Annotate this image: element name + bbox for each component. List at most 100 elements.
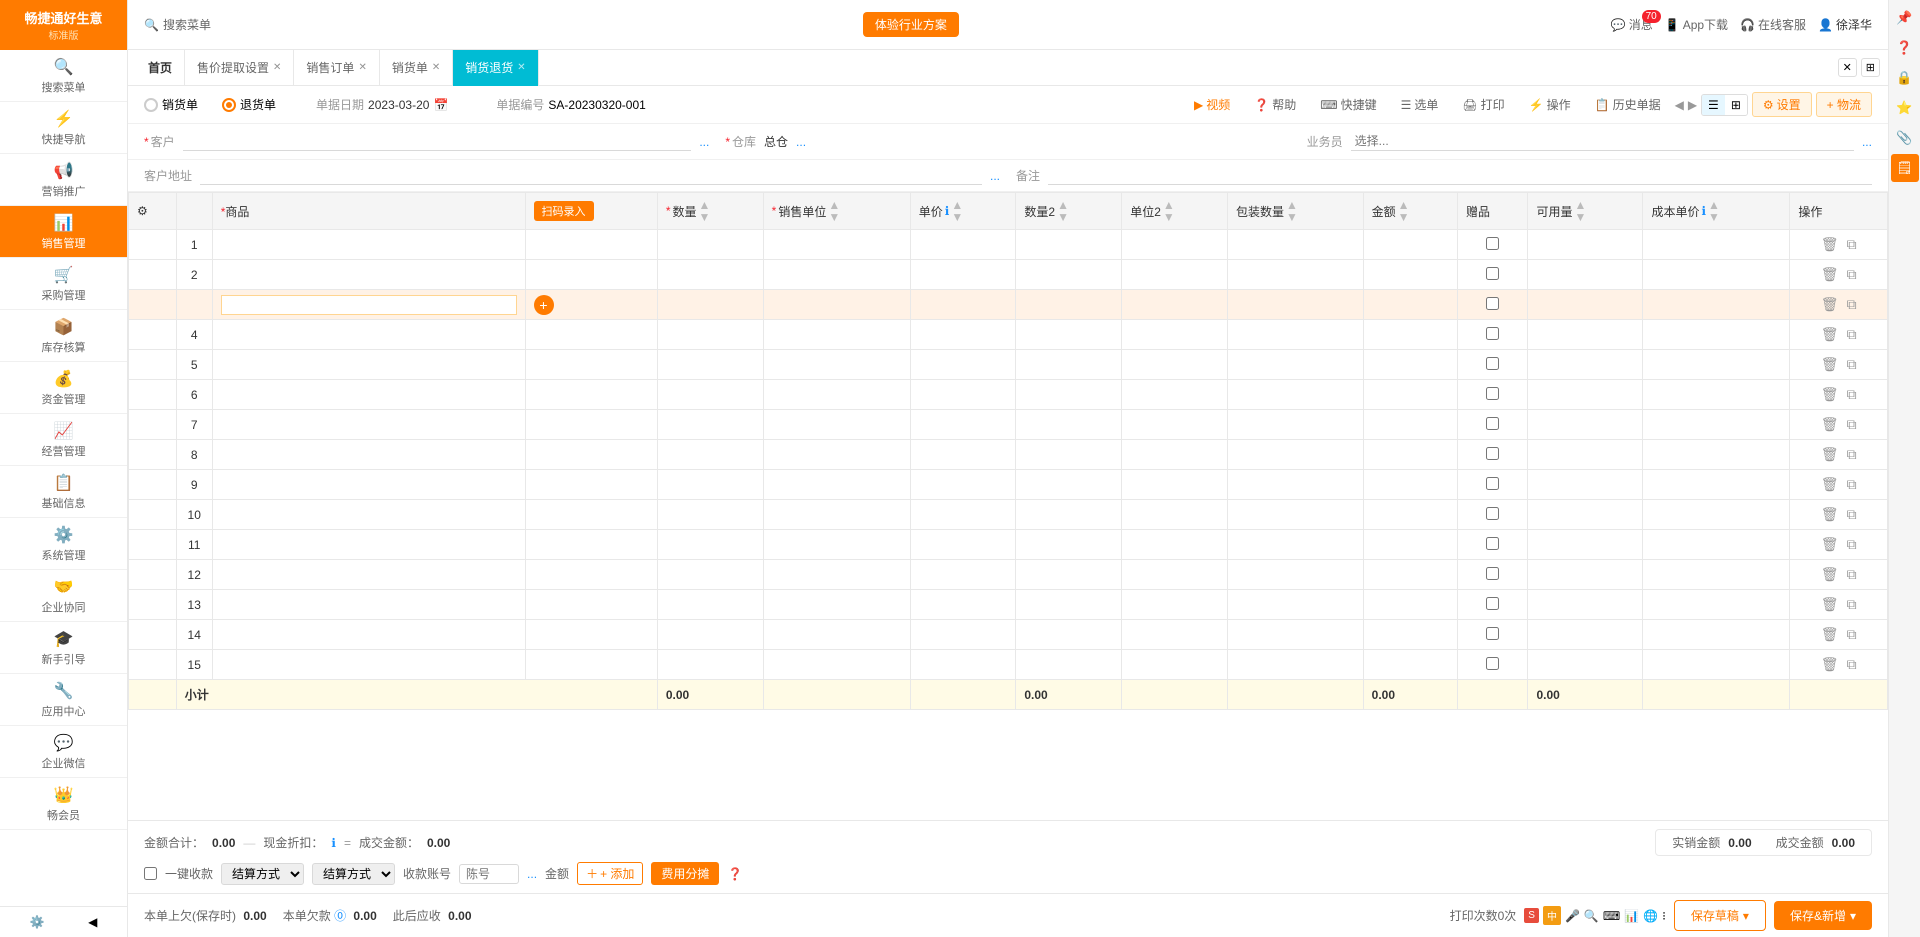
- maximize-tab-button[interactable]: ⊞: [1861, 58, 1880, 77]
- copy-btn-6[interactable]: ⧉: [1845, 384, 1859, 405]
- user-profile[interactable]: 👤 徐泽华: [1818, 16, 1872, 33]
- copy-btn-9[interactable]: ⧉: [1845, 474, 1859, 495]
- row-cost-2[interactable]: [1643, 260, 1790, 290]
- row-pkg-13[interactable]: [1228, 590, 1364, 620]
- tab-close-3[interactable]: ✕: [432, 62, 440, 73]
- experience-btn[interactable]: 体验行业方案: [863, 12, 959, 37]
- row-unit2-10[interactable]: [1122, 500, 1228, 530]
- gift-checkbox-13[interactable]: [1486, 597, 1499, 610]
- row-unit-6[interactable]: [763, 380, 910, 410]
- row-product-7[interactable]: [212, 410, 525, 440]
- settle-select[interactable]: 结算方式: [221, 863, 304, 885]
- row-unit2-13[interactable]: [1122, 590, 1228, 620]
- row-price-8[interactable]: [910, 440, 1016, 470]
- row-amount-6[interactable]: [1363, 380, 1457, 410]
- row-unit-12[interactable]: [763, 560, 910, 590]
- row-unit2-14[interactable]: [1122, 620, 1228, 650]
- row-avail-4[interactable]: [1528, 320, 1643, 350]
- row-qty2-13[interactable]: [1016, 590, 1122, 620]
- copy-btn-10[interactable]: ⧉: [1845, 504, 1859, 525]
- copy-btn-3[interactable]: ⧉: [1845, 294, 1859, 315]
- row-pkg-3[interactable]: [1228, 290, 1364, 320]
- chat-button[interactable]: 💬 消息 70: [1611, 16, 1653, 33]
- onepay-checkbox[interactable]: [144, 867, 157, 880]
- row-amount-10[interactable]: [1363, 500, 1457, 530]
- sidebar-item-0[interactable]: 🔍搜索菜单: [0, 50, 127, 102]
- row-price-15[interactable]: [910, 650, 1016, 680]
- tab-3[interactable]: 销货单✕: [380, 50, 453, 86]
- delete-btn-15[interactable]: 🗑: [1819, 654, 1841, 675]
- nav-next-icon[interactable]: ▶: [1688, 98, 1697, 112]
- tab-close-4[interactable]: ✕: [517, 62, 525, 73]
- copy-btn-8[interactable]: ⧉: [1845, 444, 1859, 465]
- row-product-6[interactable]: [212, 380, 525, 410]
- scan-input-btn[interactable]: 扫码录入: [534, 201, 594, 221]
- row-price-11[interactable]: [910, 530, 1016, 560]
- row-unit-4[interactable]: [763, 320, 910, 350]
- row-price-14[interactable]: [910, 620, 1016, 650]
- delete-btn-9[interactable]: 🗑: [1819, 474, 1841, 495]
- row-avail-6[interactable]: [1528, 380, 1643, 410]
- row-qty-9[interactable]: [657, 470, 763, 500]
- row-price-5[interactable]: [910, 350, 1016, 380]
- row-avail-5[interactable]: [1528, 350, 1643, 380]
- sidebar-item-12[interactable]: 🔧应用中心: [0, 674, 127, 726]
- row-pkg-7[interactable]: [1228, 410, 1364, 440]
- gift-checkbox-1[interactable]: [1486, 237, 1499, 250]
- row-product-8[interactable]: [212, 440, 525, 470]
- row-pkg-9[interactable]: [1228, 470, 1364, 500]
- row-amount-15[interactable]: [1363, 650, 1457, 680]
- row-pkg-4[interactable]: [1228, 320, 1364, 350]
- row-unit-10[interactable]: [763, 500, 910, 530]
- row-amount-3[interactable]: [1363, 290, 1457, 320]
- copy-btn-5[interactable]: ⧉: [1845, 354, 1859, 375]
- row-qty-3[interactable]: [657, 290, 763, 320]
- row-pkg-15[interactable]: [1228, 650, 1364, 680]
- copy-btn-2[interactable]: ⧉: [1845, 264, 1859, 285]
- delete-btn-8[interactable]: 🗑: [1819, 444, 1841, 465]
- row-qty2-3[interactable]: [1016, 290, 1122, 320]
- row-qty-4[interactable]: [657, 320, 763, 350]
- row-unit2-9[interactable]: [1122, 470, 1228, 500]
- sidebar-item-1[interactable]: ⚡快捷导航: [0, 102, 127, 154]
- staff-dots[interactable]: ...: [1862, 135, 1872, 149]
- row-amount-7[interactable]: [1363, 410, 1457, 440]
- row-qty2-6[interactable]: [1016, 380, 1122, 410]
- remark-input[interactable]: [1048, 166, 1872, 185]
- copy-btn-14[interactable]: ⧉: [1845, 624, 1859, 645]
- row-product-5[interactable]: [212, 350, 525, 380]
- gift-checkbox-9[interactable]: [1486, 477, 1499, 490]
- row-unit-9[interactable]: [763, 470, 910, 500]
- row-avail-10[interactable]: [1528, 500, 1643, 530]
- row-product-9[interactable]: [212, 470, 525, 500]
- panel-btn-1[interactable]: 📌: [1891, 4, 1919, 32]
- copy-btn-7[interactable]: ⧉: [1845, 414, 1859, 435]
- sidebar-item-5[interactable]: 📦库存核算: [0, 310, 127, 362]
- panel-btn-4[interactable]: ⭐: [1891, 94, 1919, 122]
- row-pkg-11[interactable]: [1228, 530, 1364, 560]
- row-gift-1[interactable]: [1458, 230, 1528, 260]
- copy-btn-4[interactable]: ⧉: [1845, 324, 1859, 345]
- row-price-7[interactable]: [910, 410, 1016, 440]
- add-row-btn[interactable]: +: [534, 295, 554, 315]
- row-qty-12[interactable]: [657, 560, 763, 590]
- row-product-15[interactable]: [212, 650, 525, 680]
- gift-checkbox-15[interactable]: [1486, 657, 1499, 670]
- row-avail-9[interactable]: [1528, 470, 1643, 500]
- tab-close-1[interactable]: ✕: [273, 62, 281, 73]
- delete-btn-11[interactable]: 🗑: [1819, 534, 1841, 555]
- row-unit-14[interactable]: [763, 620, 910, 650]
- delete-btn-1[interactable]: 🗑: [1819, 234, 1841, 255]
- row-pkg-14[interactable]: [1228, 620, 1364, 650]
- th-gear[interactable]: ⚙: [129, 193, 177, 230]
- row-amount-4[interactable]: [1363, 320, 1457, 350]
- row-unit-5[interactable]: [763, 350, 910, 380]
- gift-checkbox-7[interactable]: [1486, 417, 1499, 430]
- row-unit2-4[interactable]: [1122, 320, 1228, 350]
- row-unit2-2[interactable]: [1122, 260, 1228, 290]
- sidebar-item-9[interactable]: ⚙️系统管理: [0, 518, 127, 570]
- row-qty2-14[interactable]: [1016, 620, 1122, 650]
- row-unit-2[interactable]: [763, 260, 910, 290]
- row-qty-5[interactable]: [657, 350, 763, 380]
- row-product-1[interactable]: [212, 230, 525, 260]
